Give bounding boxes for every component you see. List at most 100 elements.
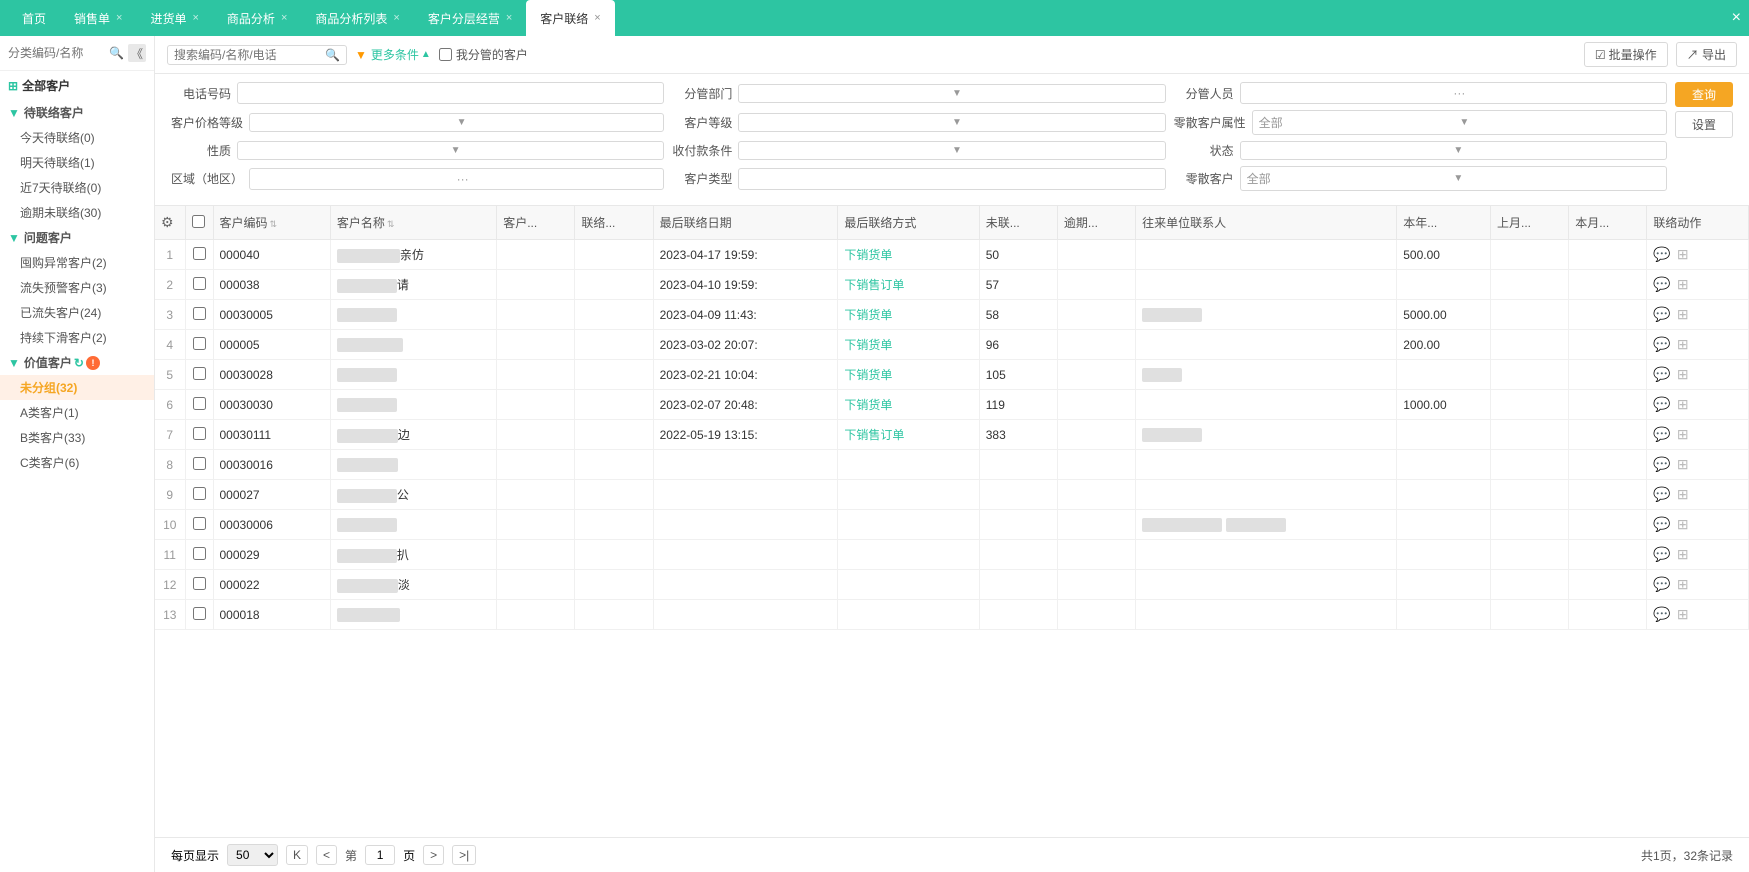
sidebar-search-input[interactable] — [8, 46, 105, 60]
price-level-select[interactable]: ▼ — [249, 113, 664, 132]
chat-icon[interactable]: 💬 — [1653, 576, 1670, 593]
sidebar-item-b-class[interactable]: B类客户(33) — [0, 425, 154, 450]
col-name-header[interactable]: 客户名称⇅ — [330, 206, 496, 240]
row-checkbox[interactable] — [193, 577, 206, 590]
export-btn[interactable]: ↗ 导出 — [1676, 42, 1737, 67]
chat-icon[interactable]: 💬 — [1653, 486, 1670, 503]
last-page-btn[interactable]: >| — [452, 845, 476, 865]
chat-icon[interactable]: 💬 — [1653, 246, 1670, 263]
value-customers-group[interactable]: ▼ 价值客户 ↻ ! — [0, 350, 154, 375]
row-checkbox[interactable] — [193, 397, 206, 410]
gear-icon[interactable]: ⚙ — [161, 214, 174, 230]
my-customers-checkbox[interactable] — [439, 48, 452, 61]
col-gear[interactable]: ⚙ — [155, 206, 185, 240]
contact-method-link[interactable]: 下销货单 — [844, 398, 892, 412]
sidebar-item-today[interactable]: 今天待联络(0) — [0, 125, 154, 150]
query-btn[interactable]: 查询 — [1675, 82, 1733, 107]
sidebar-item-churn-warning[interactable]: 流失预警客户(3) — [0, 275, 154, 300]
sidebar-item-overdue[interactable]: 逾期未联络(30) — [0, 200, 154, 225]
nature-select[interactable]: ▼ — [237, 141, 664, 160]
region-dots[interactable]: ··· — [453, 172, 658, 186]
page-input[interactable] — [365, 845, 395, 865]
grid-action-icon[interactable]: ⊞ — [1677, 426, 1689, 443]
sidebar-item-a-class[interactable]: A类客户(1) — [0, 400, 154, 425]
nav-tab-purchase[interactable]: 进货单 × — [136, 0, 212, 36]
contact-method-link[interactable]: 下销货单 — [844, 368, 892, 382]
chat-icon[interactable]: 💬 — [1653, 546, 1670, 563]
retail-customer-select[interactable]: 全部 ▼ — [1240, 166, 1667, 191]
page-size-select[interactable]: 50 100 — [227, 844, 278, 866]
batch-ops-btn[interactable]: ☑ 批量操作 — [1584, 42, 1668, 67]
contact-method-link[interactable]: 下销货单 — [844, 308, 892, 322]
col-code-header[interactable]: 客户编码⇅ — [213, 206, 330, 240]
chat-icon[interactable]: 💬 — [1653, 276, 1670, 293]
grid-action-icon[interactable]: ⊞ — [1677, 486, 1689, 503]
sidebar-item-c-class[interactable]: C类客户(6) — [0, 450, 154, 475]
sidebar-item-declining[interactable]: 持续下滑客户(2) — [0, 325, 154, 350]
grid-action-icon[interactable]: ⊞ — [1677, 336, 1689, 353]
sidebar-search-icon[interactable]: 🔍 — [109, 46, 124, 60]
sidebar-item-churned[interactable]: 已流失客户(24) — [0, 300, 154, 325]
close-sales-tab[interactable]: × — [116, 12, 122, 24]
grid-action-icon[interactable]: ⊞ — [1677, 366, 1689, 383]
nav-tab-customer-contact[interactable]: 客户联络 × — [526, 0, 614, 36]
close-customer-contact-tab[interactable]: × — [594, 12, 600, 24]
manager-dots[interactable]: ··· — [1449, 86, 1660, 100]
chat-icon[interactable]: 💬 — [1653, 516, 1670, 533]
select-all-checkbox[interactable] — [192, 215, 205, 228]
nav-tab-customer-segment[interactable]: 客户分层经营 × — [414, 0, 526, 36]
sidebar-item-tomorrow[interactable]: 明天待联络(1) — [0, 150, 154, 175]
department-select[interactable]: ▼ — [738, 84, 1165, 103]
search-btn-icon[interactable]: 🔍 — [325, 48, 340, 62]
grid-action-icon[interactable]: ⊞ — [1677, 516, 1689, 533]
row-checkbox[interactable] — [193, 457, 206, 470]
close-product-analysis-tab[interactable]: × — [281, 12, 287, 24]
chat-icon[interactable]: 💬 — [1653, 396, 1670, 413]
nav-tab-product-list[interactable]: 商品分析列表 × — [301, 0, 413, 36]
row-checkbox[interactable] — [193, 247, 206, 260]
prev-page-btn[interactable]: < — [316, 845, 337, 865]
close-product-list-tab[interactable]: × — [393, 12, 399, 24]
nav-tab-product-analysis[interactable]: 商品分析 × — [213, 0, 301, 36]
row-checkbox[interactable] — [193, 277, 206, 290]
grid-action-icon[interactable]: ⊞ — [1677, 276, 1689, 293]
nav-tab-home[interactable]: 首页 — [8, 0, 60, 36]
sidebar-item-abnormal[interactable]: 囤购异常客户(2) — [0, 250, 154, 275]
search-input[interactable] — [174, 48, 325, 62]
chat-icon[interactable]: 💬 — [1653, 336, 1670, 353]
grid-action-icon[interactable]: ⊞ — [1677, 456, 1689, 473]
reset-btn[interactable]: 设置 — [1675, 111, 1733, 138]
row-checkbox[interactable] — [193, 517, 206, 530]
more-conditions-btn[interactable]: ▼ 更多条件 ▲ — [355, 46, 431, 63]
row-checkbox[interactable] — [193, 487, 206, 500]
row-checkbox[interactable] — [193, 547, 206, 560]
grid-action-icon[interactable]: ⊞ — [1677, 546, 1689, 563]
grid-action-icon[interactable]: ⊞ — [1677, 606, 1689, 623]
close-customer-segment-tab[interactable]: × — [506, 12, 512, 24]
grid-action-icon[interactable]: ⊞ — [1677, 576, 1689, 593]
chat-icon[interactable]: 💬 — [1653, 456, 1670, 473]
row-checkbox[interactable] — [193, 607, 206, 620]
nav-tab-sales[interactable]: 销售单 × — [60, 0, 136, 36]
grid-action-icon[interactable]: ⊞ — [1677, 306, 1689, 323]
refresh-icon[interactable]: ↻ — [74, 356, 84, 370]
customer-level-select[interactable]: ▼ — [738, 113, 1165, 132]
all-customers-header[interactable]: ⊞ 全部客户 — [0, 71, 154, 100]
status-select[interactable]: ▼ — [1240, 141, 1667, 160]
payment-select[interactable]: ▼ — [738, 141, 1165, 160]
row-checkbox[interactable] — [193, 337, 206, 350]
region-select[interactable]: ··· — [249, 168, 664, 190]
customer-type-input[interactable] — [738, 168, 1165, 190]
manager-input-wrap[interactable]: ··· — [1240, 82, 1667, 104]
contact-method-link[interactable]: 下销售订单 — [844, 278, 904, 292]
chat-icon[interactable]: 💬 — [1653, 426, 1670, 443]
pending-contact-group[interactable]: ▼ 待联络客户 — [0, 100, 154, 125]
sidebar-collapse-btn[interactable]: 《 — [128, 44, 146, 62]
phone-input[interactable] — [237, 82, 664, 104]
next-page-btn[interactable]: > — [423, 845, 444, 865]
retail-attr-select[interactable]: 全部 ▼ — [1252, 110, 1667, 135]
row-checkbox[interactable] — [193, 307, 206, 320]
contact-method-link[interactable]: 下销货单 — [844, 248, 892, 262]
row-checkbox[interactable] — [193, 427, 206, 440]
chat-icon[interactable]: 💬 — [1653, 606, 1670, 623]
